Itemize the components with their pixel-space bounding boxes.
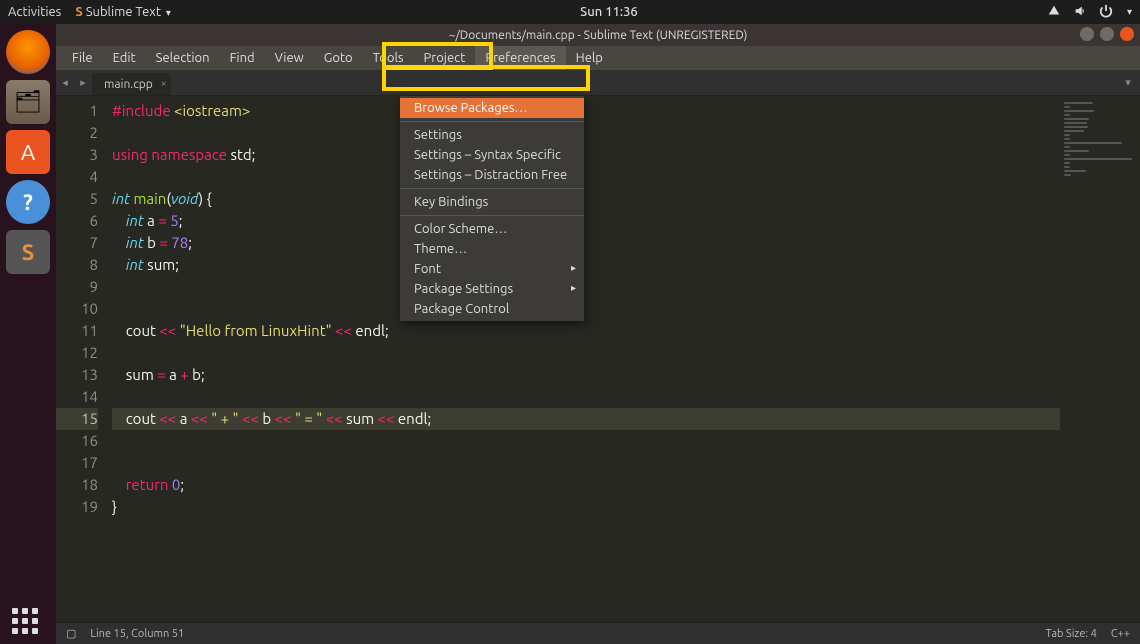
system-menu-arrow[interactable]: ▾ [1127,6,1132,18]
pref-package-settings[interactable]: Package Settings [400,279,584,299]
window-close[interactable] [1120,27,1134,41]
network-icon[interactable] [1047,4,1061,21]
menu-preferences[interactable]: Preferences [475,46,565,70]
statusbar: ▢ Line 15, Column 51 Tab Size: 4 C++ [56,622,1140,644]
menu-goto[interactable]: Goto [314,46,363,70]
menu-view[interactable]: View [265,46,314,70]
pref-browse-packages-[interactable]: Browse Packages… [400,98,584,118]
power-icon[interactable] [1099,4,1113,21]
menu-selection[interactable]: Selection [146,46,220,70]
tab-overflow[interactable]: ▾ [1116,70,1140,95]
window-minimize[interactable] [1080,27,1094,41]
show-applications[interactable] [12,608,38,634]
minimap[interactable] [1060,96,1140,622]
tabbar: ◂ ▸ main.cpp × ▾ [56,70,1140,96]
menu-project[interactable]: Project [414,46,476,70]
tab-next[interactable]: ▸ [74,70,92,95]
status-cursor-pos[interactable]: Line 15, Column 51 [90,628,184,640]
pref-settings[interactable]: Settings [400,125,584,145]
line-gutter: 12345678910111213141516171819 [56,96,106,622]
status-tab-size[interactable]: Tab Size: 4 [1046,628,1097,640]
window-titlebar[interactable]: ~/Documents/main.cpp - Sublime Text (UNR… [56,24,1140,46]
menu-tools[interactable]: Tools [363,46,414,70]
pref-font[interactable]: Font [400,259,584,279]
clock[interactable]: Sun 11:36 [171,5,1047,19]
dock-help[interactable]: ? [6,180,50,224]
tab-main-cpp[interactable]: main.cpp × [92,73,171,95]
editor-area: 12345678910111213141516171819 #include <… [56,96,1140,622]
gnome-top-bar: Activities S Sublime Text ▾ Sun 11:36 ▾ [0,0,1140,24]
pref-color-scheme-[interactable]: Color Scheme… [400,219,584,239]
menu-edit[interactable]: Edit [103,46,146,70]
pref-settings-syntax-specific[interactable]: Settings – Syntax Specific [400,145,584,165]
window-maximize[interactable] [1100,27,1114,41]
activities-button[interactable]: Activities [8,5,61,19]
dock-software[interactable]: A [6,130,50,174]
app-menu[interactable]: S Sublime Text ▾ [75,5,171,19]
pref-package-control[interactable]: Package Control [400,299,584,319]
window-title: ~/Documents/main.cpp - Sublime Text (UNR… [449,29,748,42]
tab-close-icon[interactable]: × [161,78,167,90]
dock-sublime[interactable]: S [6,230,50,274]
ubuntu-dock: 🗂 A ? S [0,24,56,644]
pref-key-bindings[interactable]: Key Bindings [400,192,584,212]
pref-settings-distraction-free[interactable]: Settings – Distraction Free [400,165,584,185]
menubar: FileEditSelectionFindViewGotoToolsProjec… [56,46,1140,70]
sublime-window: ~/Documents/main.cpp - Sublime Text (UNR… [56,24,1140,644]
menu-file[interactable]: File [62,46,103,70]
tab-prev[interactable]: ◂ [56,70,74,95]
status-syntax[interactable]: C++ [1111,628,1130,640]
menu-help[interactable]: Help [566,46,613,70]
pref-theme-[interactable]: Theme… [400,239,584,259]
volume-icon[interactable] [1073,4,1087,21]
menu-find[interactable]: Find [220,46,265,70]
dock-firefox[interactable] [6,30,50,74]
tab-label: main.cpp [104,78,153,91]
preferences-dropdown: Browse Packages… SettingsSettings – Synta… [400,96,584,321]
dock-files[interactable]: 🗂 [6,80,50,124]
status-panel-icon[interactable]: ▢ [66,627,76,640]
